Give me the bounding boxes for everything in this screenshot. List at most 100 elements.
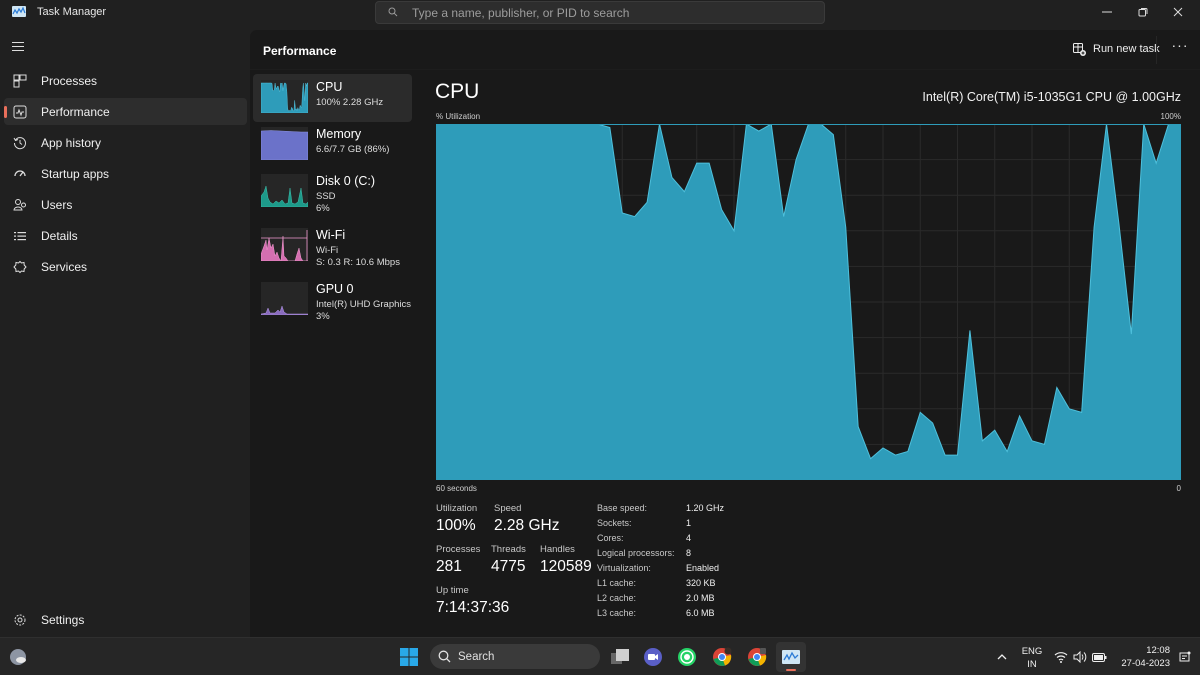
search-input[interactable]	[412, 4, 812, 22]
sidebar-item-performance[interactable]: Performance	[4, 98, 247, 125]
gear-icon	[12, 612, 28, 628]
search-box[interactable]	[375, 1, 825, 24]
speed-label: Speed	[494, 503, 522, 514]
resource-name: Disk 0 (C:)	[316, 174, 376, 188]
sidebar-item-processes[interactable]: Processes	[4, 67, 247, 94]
sidebar-item-users[interactable]: Users	[4, 191, 247, 218]
performance-panel: Performance Run new task ··· CPU 100% 2.…	[250, 30, 1200, 637]
spec-value: Enabled	[686, 563, 720, 573]
notifications-icon[interactable]	[1174, 646, 1196, 668]
cpu-mini-graph	[261, 80, 308, 113]
sidebar-item-label: Users	[41, 197, 73, 212]
chevron-up-icon	[997, 654, 1007, 660]
run-task-icon	[1073, 42, 1086, 56]
close-icon	[1173, 7, 1183, 17]
region-code: IN	[1027, 659, 1037, 670]
run-new-task-button[interactable]: Run new task	[1073, 40, 1160, 58]
spec-label: Virtualization:	[597, 563, 651, 573]
cpu-utilization-chart	[436, 124, 1181, 480]
minimize-button[interactable]	[1089, 0, 1125, 24]
battery-icon[interactable]	[1088, 646, 1110, 668]
cpu-title: CPU	[435, 80, 480, 103]
task-manager-app-icon	[12, 6, 26, 17]
sidebar-item-details[interactable]: Details	[4, 222, 247, 249]
resource-detail: Wi-Fi	[316, 245, 339, 256]
hamburger-menu-button[interactable]	[12, 42, 24, 52]
app-title: Task Manager	[37, 6, 107, 18]
language-indicator[interactable]: ENG IN	[1018, 646, 1046, 670]
sidebar-item-label: Processes	[41, 73, 98, 88]
y-min-label: 0	[1176, 484, 1181, 493]
resource-item-gpu[interactable]: GPU 0 Intel(R) UHD Graphics 3%	[253, 276, 412, 324]
performance-icon	[12, 104, 28, 120]
header-separator	[1156, 36, 1157, 64]
handles-value: 120589	[540, 558, 592, 575]
resource-item-wifi[interactable]: Wi-Fi Wi-Fi S: 0.3 R: 10.6 Mbps	[253, 222, 412, 270]
teams-icon[interactable]	[642, 646, 664, 668]
minimize-icon	[1102, 11, 1112, 13]
close-button[interactable]	[1160, 0, 1196, 24]
taskbar-search[interactable]: Search	[430, 644, 600, 669]
time: 12:08	[1146, 645, 1170, 656]
spec-value: 8	[686, 548, 692, 558]
sidebar-item-app-history[interactable]: App history	[4, 129, 247, 156]
resource-name: Wi-Fi	[316, 228, 346, 242]
active-app-indicator	[786, 669, 796, 671]
y-max-label: 100%	[1160, 112, 1181, 121]
resource-detail: S: 0.3 R: 10.6 Mbps	[316, 257, 400, 268]
resource-detail: Intel(R) UHD Graphics	[316, 299, 412, 310]
spec-value: 1.20 GHz	[686, 503, 725, 513]
sidebar-item-services[interactable]: Services	[4, 253, 247, 280]
search-icon	[438, 650, 451, 663]
windows-logo-icon	[400, 648, 418, 666]
cpu-model: Intel(R) Core(TM) i5-1035G1 CPU @ 1.00GH…	[922, 90, 1181, 104]
gpu-mini-graph	[261, 282, 308, 315]
task-manager-taskbar-icon[interactable]	[776, 642, 806, 672]
spec-label: Base speed:	[597, 503, 648, 513]
handles-label: Handles	[540, 544, 575, 555]
spec-label: L3 cache:	[597, 608, 637, 618]
sidebar: Processes Performance App history Startu…	[0, 26, 250, 637]
resource-item-disk[interactable]: Disk 0 (C:) SSD 6%	[253, 168, 412, 216]
resource-detail: SSD	[316, 191, 336, 202]
spec-value: 1	[686, 518, 692, 528]
threads-label: Threads	[491, 544, 526, 555]
services-icon	[12, 259, 28, 275]
speed-value: 2.28 GHz	[494, 517, 560, 534]
resource-item-memory[interactable]: Memory 6.6/7.7 GB (86%)	[253, 121, 412, 169]
threads-value: 4775	[491, 558, 526, 575]
resource-item-cpu[interactable]: CPU 100% 2.28 GHz	[253, 74, 412, 122]
show-hidden-icons-button[interactable]	[991, 646, 1013, 668]
whatsapp-icon[interactable]	[676, 646, 698, 668]
spec-label: L2 cache:	[597, 593, 637, 603]
sidebar-item-settings[interactable]: Settings	[4, 606, 247, 633]
more-options-button[interactable]: ···	[1169, 38, 1191, 58]
weather-icon[interactable]	[7, 646, 29, 668]
sidebar-item-label: App history	[41, 135, 102, 150]
history-icon	[12, 135, 28, 151]
language-code: ENG	[1021, 646, 1043, 657]
chrome-icon[interactable]	[711, 646, 733, 668]
sidebar-item-startup-apps[interactable]: Startup apps	[4, 160, 247, 187]
spec-label: Sockets:	[597, 518, 632, 528]
resource-detail: 6%	[316, 203, 330, 214]
uptime-label: Up time	[436, 585, 469, 596]
wifi-mini-graph	[261, 228, 308, 261]
content-header: Performance Run new task ···	[250, 30, 1200, 70]
spec-label: Logical processors:	[597, 548, 675, 558]
restore-icon	[1138, 8, 1148, 17]
sidebar-item-label: Services	[41, 259, 88, 274]
resource-name: GPU 0	[316, 282, 354, 296]
chrome-profile-icon[interactable]	[746, 646, 768, 668]
run-new-task-label: Run new task	[1093, 43, 1160, 55]
start-button[interactable]	[398, 646, 420, 668]
processes-value: 281	[436, 558, 462, 575]
clock[interactable]: 12:08 27-04-2023	[1112, 645, 1170, 669]
title-bar: Task Manager	[0, 0, 1200, 26]
restore-button[interactable]	[1125, 0, 1161, 24]
task-view-icon[interactable]	[609, 646, 631, 668]
x-axis-label: 60 seconds	[436, 484, 477, 493]
resource-detail: 3%	[316, 311, 330, 322]
y-axis-label: % Utilization	[436, 112, 481, 121]
processes-icon	[12, 73, 28, 89]
